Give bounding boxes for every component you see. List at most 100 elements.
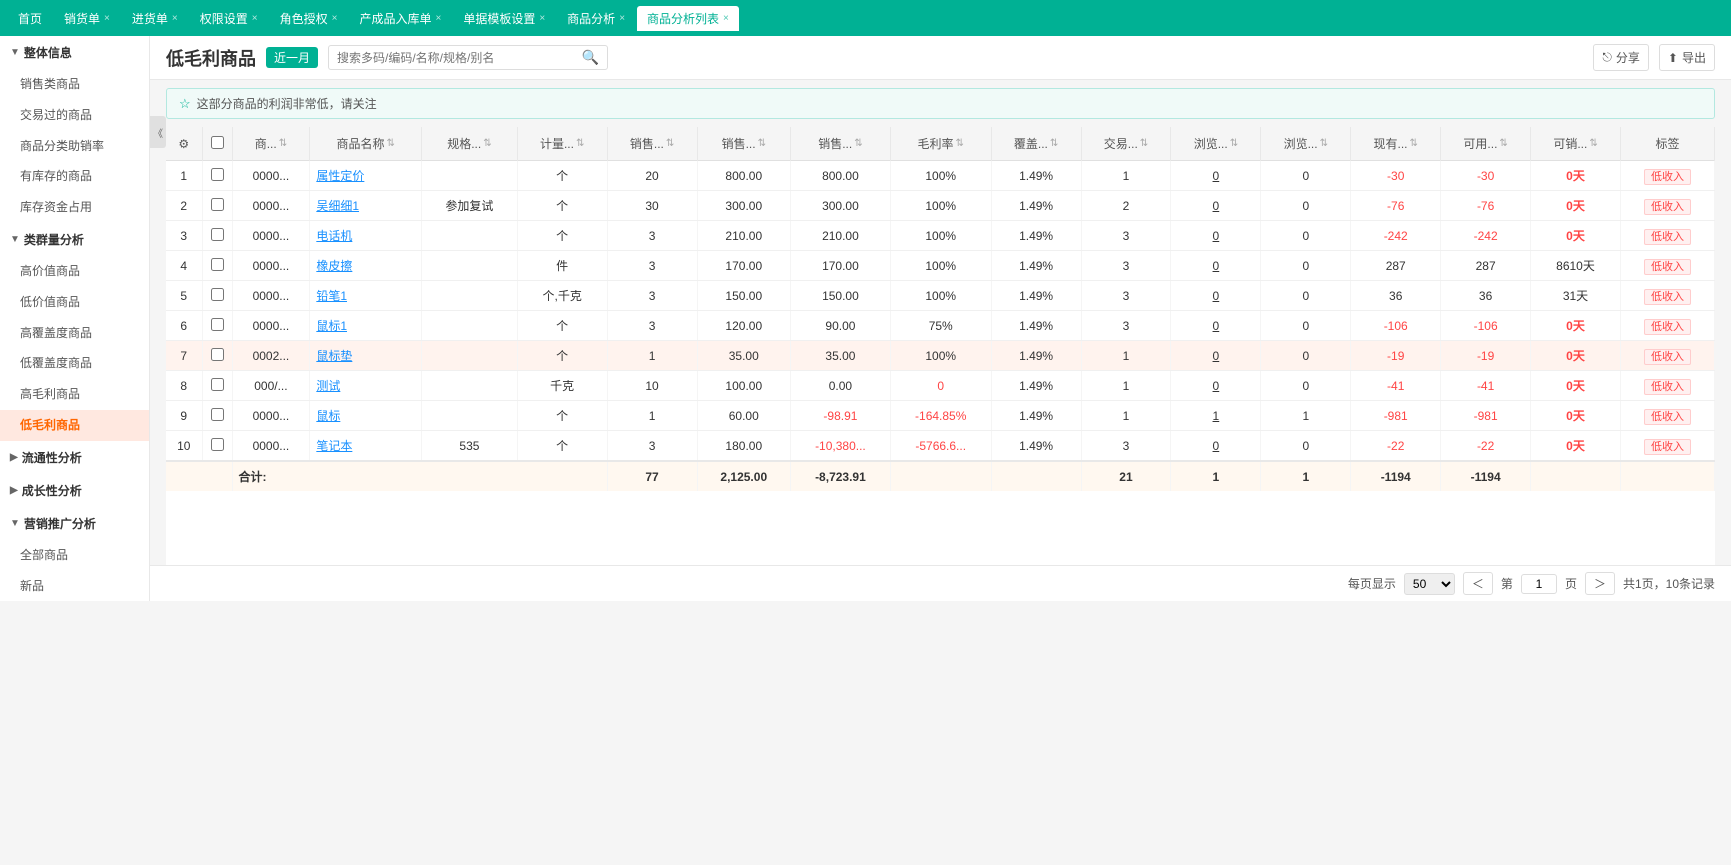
row-select-checkbox[interactable] <box>211 318 224 331</box>
col-spec[interactable]: 规格...⇅ <box>422 127 518 161</box>
col-gross-margin[interactable]: 毛利率⇅ <box>890 127 991 161</box>
sidebar-section-growth[interactable]: ▶ 成长性分析 <box>0 474 149 507</box>
search-icon[interactable]: 🔍 <box>582 49 599 66</box>
col-sales-price[interactable]: 销售...⇅ <box>697 127 791 161</box>
select-all-checkbox[interactable] <box>211 136 224 149</box>
share-button[interactable]: ⎋ 分享 <box>1593 44 1649 71</box>
row-checkbox[interactable] <box>202 161 232 191</box>
row-select-checkbox[interactable] <box>211 288 224 301</box>
per-page-select[interactable]: 50 100 200 <box>1404 573 1455 595</box>
sidebar-item-high-value[interactable]: 高价值商品 <box>0 256 149 287</box>
sidebar-section-cluster[interactable]: ▼ 类群量分析 <box>0 223 149 256</box>
nav-close-purchase[interactable]: × <box>172 13 178 24</box>
row-checkbox[interactable] <box>202 191 232 221</box>
row-checkbox[interactable] <box>202 371 232 401</box>
next-page-button[interactable]: ＞ <box>1585 572 1615 595</box>
prev-page-button[interactable]: ＜ <box>1463 572 1493 595</box>
row-select-checkbox[interactable] <box>211 168 224 181</box>
nav-template-settings[interactable]: 单据模板设置 × <box>453 6 555 31</box>
col-trade[interactable]: 交易...⇅ <box>1081 127 1171 161</box>
col-sales-qty[interactable]: 销售...⇅ <box>607 127 697 161</box>
nav-purchase-order[interactable]: 进货单 × <box>122 6 188 31</box>
row-browse1[interactable]: 0 <box>1171 251 1261 281</box>
nav-permissions[interactable]: 权限设置 × <box>190 6 268 31</box>
row-select-checkbox[interactable] <box>211 228 224 241</box>
nav-product-analysis[interactable]: 商品分析 × <box>557 6 635 31</box>
row-browse1[interactable]: 0 <box>1171 431 1261 462</box>
sidebar-section-liquidity[interactable]: ▶ 流通性分析 <box>0 441 149 474</box>
col-sellable[interactable]: 可销...⇅ <box>1531 127 1621 161</box>
sidebar-item-high-coverage[interactable]: 高覆盖度商品 <box>0 318 149 349</box>
row-name[interactable]: 吴细细1 <box>310 191 422 221</box>
sidebar-section-marketing[interactable]: ▼ 营销推广分析 <box>0 507 149 540</box>
sidebar-item-traded-products[interactable]: 交易过的商品 <box>0 100 149 131</box>
col-browse1[interactable]: 浏览...⇅ <box>1171 127 1261 161</box>
row-select-checkbox[interactable] <box>211 408 224 421</box>
row-name[interactable]: 铅笔1 <box>310 281 422 311</box>
sidebar-item-in-stock[interactable]: 有库存的商品 <box>0 161 149 192</box>
nav-role-auth[interactable]: 角色授权 × <box>270 6 348 31</box>
col-available[interactable]: 可用...⇅ <box>1441 127 1531 161</box>
nav-home[interactable]: 首页 <box>8 6 52 31</box>
nav-close-product-analysis[interactable]: × <box>619 13 625 24</box>
col-coverage[interactable]: 覆盖...⇅ <box>991 127 1081 161</box>
sidebar-item-low-coverage[interactable]: 低覆盖度商品 <box>0 348 149 379</box>
row-name[interactable]: 电话机 <box>310 221 422 251</box>
row-name[interactable]: 鼠标1 <box>310 311 422 341</box>
export-button[interactable]: ⬆ 导出 <box>1659 44 1715 71</box>
row-select-checkbox[interactable] <box>211 258 224 271</box>
nav-product-stock[interactable]: 产成品入库单 × <box>349 6 451 31</box>
col-unit[interactable]: 计量...⇅ <box>517 127 607 161</box>
sidebar-item-stock-capital[interactable]: 库存资金占用 <box>0 192 149 223</box>
row-checkbox[interactable] <box>202 221 232 251</box>
sidebar-item-all-products[interactable]: 全部商品 <box>0 540 149 571</box>
row-select-checkbox[interactable] <box>211 378 224 391</box>
sidebar-item-low-value[interactable]: 低价值商品 <box>0 287 149 318</box>
sidebar-item-high-margin[interactable]: 高毛利商品 <box>0 379 149 410</box>
row-browse1[interactable]: 0 <box>1171 161 1261 191</box>
row-name[interactable]: 橡皮擦 <box>310 251 422 281</box>
row-name[interactable]: 鼠标垫 <box>310 341 422 371</box>
row-browse1[interactable]: 0 <box>1171 341 1261 371</box>
nav-close-template[interactable]: × <box>539 13 545 24</box>
row-browse1[interactable]: 1 <box>1171 401 1261 431</box>
sidebar-item-low-margin[interactable]: 低毛利商品 <box>0 410 149 441</box>
nav-close-product-list[interactable]: × <box>723 13 729 24</box>
sidebar-collapse-button[interactable]: 《 <box>150 116 166 148</box>
row-checkbox[interactable] <box>202 311 232 341</box>
nav-product-analysis-list[interactable]: 商品分析列表 × <box>637 6 739 31</box>
page-input[interactable] <box>1521 574 1557 594</box>
col-checkbox-all[interactable] <box>202 127 232 161</box>
nav-close-sales[interactable]: × <box>104 13 110 24</box>
col-name[interactable]: 商品名称⇅ <box>310 127 422 161</box>
row-browse1[interactable]: 0 <box>1171 221 1261 251</box>
row-name[interactable]: 笔记本 <box>310 431 422 462</box>
row-select-checkbox[interactable] <box>211 348 224 361</box>
sidebar-item-new-products[interactable]: 新品 <box>0 571 149 602</box>
col-browse2[interactable]: 浏览...⇅ <box>1261 127 1351 161</box>
nav-close-role[interactable]: × <box>332 13 338 24</box>
row-checkbox[interactable] <box>202 401 232 431</box>
search-input[interactable] <box>337 51 582 65</box>
nav-close-permissions[interactable]: × <box>252 13 258 24</box>
sidebar-item-sales-products[interactable]: 销售类商品 <box>0 69 149 100</box>
sidebar-item-category-rate[interactable]: 商品分类助销率 <box>0 131 149 162</box>
row-checkbox[interactable] <box>202 431 232 462</box>
col-current-stock[interactable]: 现有...⇅ <box>1351 127 1441 161</box>
row-browse1[interactable]: 0 <box>1171 281 1261 311</box>
sidebar-section-general[interactable]: ▼ 整体信息 <box>0 36 149 69</box>
nav-close-product-stock[interactable]: × <box>435 13 441 24</box>
row-name[interactable]: 属性定价 <box>310 161 422 191</box>
row-checkbox[interactable] <box>202 251 232 281</box>
col-settings[interactable]: ⚙ <box>166 127 202 161</box>
time-badge[interactable]: 近一月 <box>266 47 318 68</box>
col-code[interactable]: 商...⇅ <box>232 127 310 161</box>
row-name[interactable]: 鼠标 <box>310 401 422 431</box>
row-browse1[interactable]: 0 <box>1171 311 1261 341</box>
row-browse1[interactable]: 0 <box>1171 371 1261 401</box>
col-sales-amount[interactable]: 销售...⇅ <box>791 127 891 161</box>
row-select-checkbox[interactable] <box>211 198 224 211</box>
row-browse1[interactable]: 0 <box>1171 191 1261 221</box>
row-name[interactable]: 测试 <box>310 371 422 401</box>
nav-sales-order[interactable]: 销货单 × <box>54 6 120 31</box>
